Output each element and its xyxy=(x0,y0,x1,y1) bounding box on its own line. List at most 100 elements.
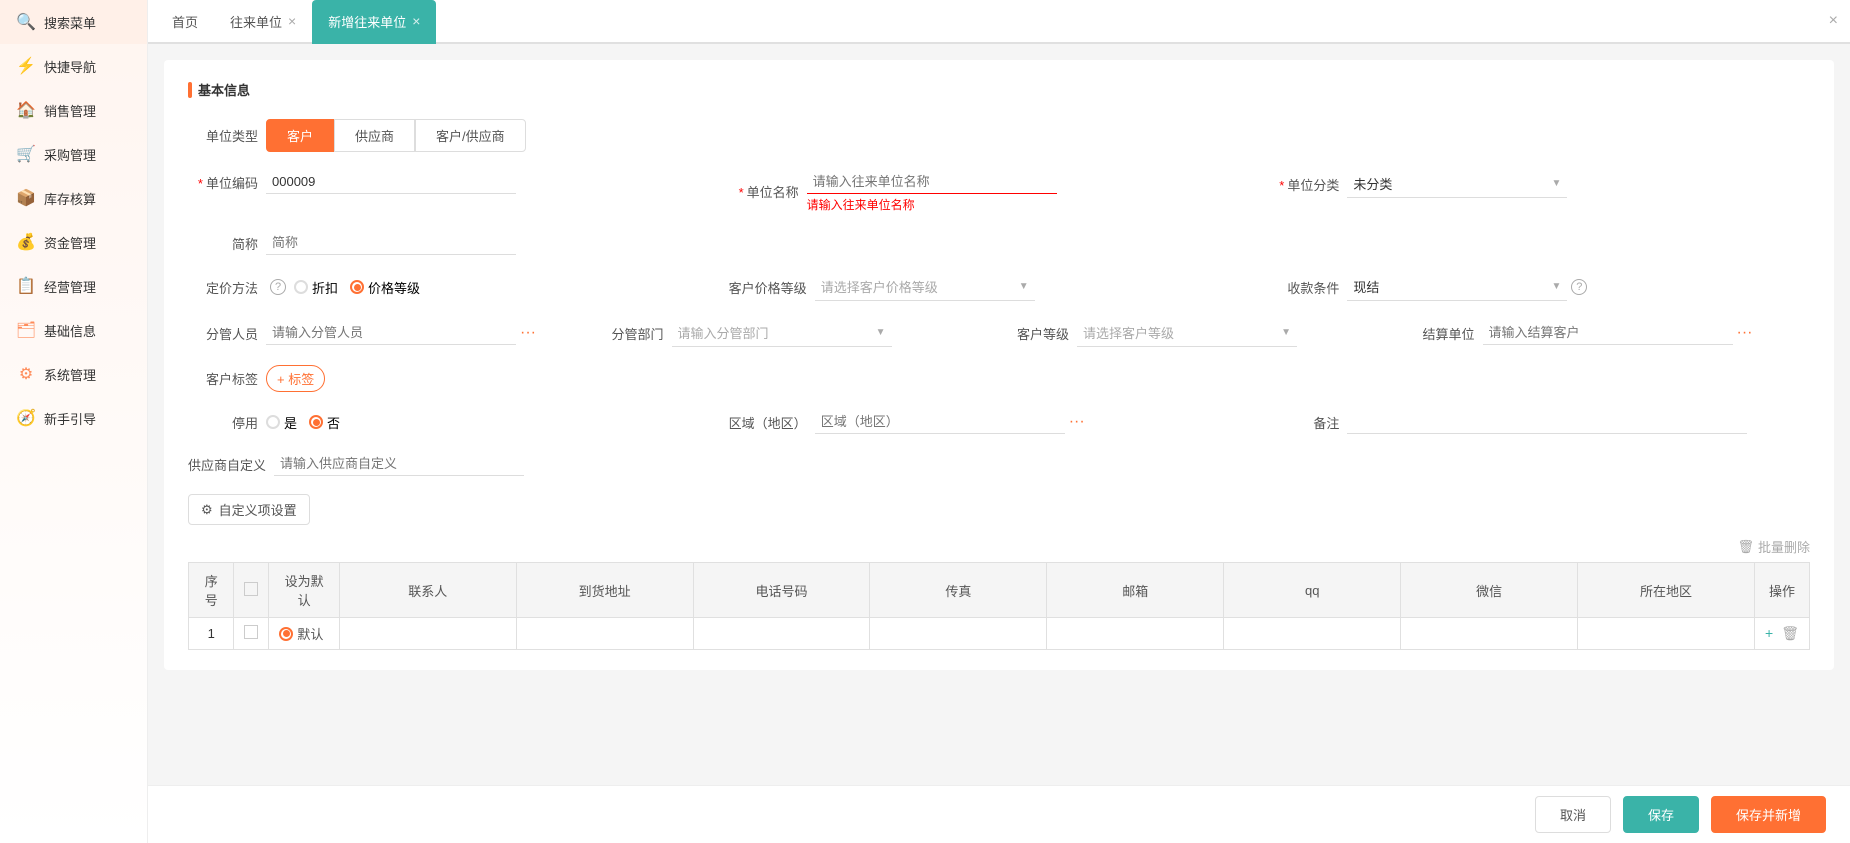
delete-row-icon[interactable]: 🗑 xyxy=(1781,625,1799,642)
select-all-checkbox[interactable] xyxy=(244,582,258,596)
settlement-label: 结算单位 xyxy=(1405,324,1475,343)
unit-name-input[interactable] xyxy=(807,170,1057,194)
supplier-custom-row: 供应商自定义 xyxy=(188,452,1810,476)
phone-input[interactable] xyxy=(704,626,860,641)
supplier-custom-input[interactable] xyxy=(274,452,524,476)
save-button[interactable]: 保存 xyxy=(1623,796,1699,833)
qq-input[interactable] xyxy=(1234,626,1390,641)
sidebar-item-search[interactable]: 🔍 搜索菜单 xyxy=(0,0,147,44)
unit-category-select[interactable]: 未分类 ▼ xyxy=(1347,170,1567,198)
sidebar-item-sales[interactable]: 🏠 销售管理 xyxy=(0,88,147,132)
custom-settings-btn[interactable]: ⚙ 自定义项设置 xyxy=(188,494,310,525)
sidebar-item-operations[interactable]: 📋 经营管理 xyxy=(0,264,147,308)
settlement-input[interactable] xyxy=(1483,321,1733,345)
row-checkbox-item[interactable] xyxy=(244,625,258,639)
abbreviation-input[interactable] xyxy=(266,231,516,255)
cancel-button[interactable]: 取消 xyxy=(1535,796,1611,833)
disabled-label: 停用 xyxy=(188,413,258,432)
tab-new-partner-close[interactable]: × xyxy=(412,14,420,28)
row-checkbox[interactable] xyxy=(234,618,269,650)
abbreviation-label: 简称 xyxy=(188,234,258,253)
disabled-yes-label: 是 xyxy=(284,413,297,432)
remarks-label: 备注 xyxy=(1269,413,1339,432)
remarks-field: 备注 xyxy=(1269,410,1810,434)
row-wechat[interactable] xyxy=(1401,618,1578,650)
sidebar-item-basic-info[interactable]: 🗂 基础信息 xyxy=(0,308,147,352)
settlement-more-btn[interactable]: ··· xyxy=(1737,324,1753,342)
row-email[interactable] xyxy=(1047,618,1224,650)
pricing-help-icon[interactable]: ? xyxy=(270,279,286,295)
fax-input[interactable] xyxy=(880,626,1036,641)
col-index: 序号 xyxy=(189,563,234,618)
unit-type-group: 客户 供应商 客户/供应商 xyxy=(266,119,526,152)
window-close-icon[interactable]: × xyxy=(1829,12,1838,30)
wechat-input[interactable] xyxy=(1411,626,1567,641)
tab-home[interactable]: 首页 xyxy=(156,0,214,44)
unit-type-btn-both[interactable]: 客户/供应商 xyxy=(415,119,526,152)
sidebar-item-purchase[interactable]: 🛒 采购管理 xyxy=(0,132,147,176)
customer-price-level-select[interactable]: 请选择客户价格等级 ▼ xyxy=(815,273,1035,301)
batch-delete-label[interactable]: 批量删除 xyxy=(1758,537,1810,556)
manager-more-btn[interactable]: ··· xyxy=(520,324,536,342)
default-radio[interactable]: 默认 xyxy=(279,624,328,643)
tab-new-partner[interactable]: 新增往来单位 × xyxy=(312,0,436,44)
pricing-row: 定价方法 ? 折扣 价格等级 客户价格等级 xyxy=(188,273,1810,301)
tab-partners[interactable]: 往来单位 × xyxy=(214,0,312,44)
sidebar-label-operations: 经营管理 xyxy=(44,277,96,296)
address-input[interactable] xyxy=(527,626,683,641)
region-more-btn[interactable]: ··· xyxy=(1069,413,1085,431)
sidebar-item-system[interactable]: ⚙ 系统管理 xyxy=(0,352,147,396)
email-input[interactable] xyxy=(1057,626,1213,641)
department-placeholder: 请输入分管部门 xyxy=(678,323,872,342)
unit-code-input[interactable] xyxy=(266,170,516,194)
pricing-radio-discount[interactable]: 折扣 xyxy=(294,278,338,297)
customer-level-placeholder: 请选择客户等级 xyxy=(1083,323,1277,342)
unit-type-row: 单位类型 客户 供应商 客户/供应商 xyxy=(188,119,1810,152)
region-input[interactable] xyxy=(815,410,1065,434)
section-title-text: 基本信息 xyxy=(198,80,250,99)
payment-terms-select[interactable]: 现结 ▼ xyxy=(1347,273,1567,301)
sidebar-item-finance[interactable]: 💰 资金管理 xyxy=(0,220,147,264)
row-contact[interactable] xyxy=(339,618,516,650)
abbreviation-field: 简称 xyxy=(188,231,1810,255)
customer-level-select[interactable]: 请选择客户等级 ▼ xyxy=(1077,319,1297,347)
settlement-field: 结算单位 ··· xyxy=(1405,321,1811,345)
manager-input[interactable] xyxy=(266,321,516,345)
tab-partners-close[interactable]: × xyxy=(288,14,296,28)
sidebar: 🔍 搜索菜单 ⚡ 快捷导航 🏠 销售管理 🛒 采购管理 📦 库存核算 💰 资金管… xyxy=(0,0,148,843)
pricing-radio-level[interactable]: 价格等级 xyxy=(350,278,420,297)
unit-name-field: 单位名称 请输入往来单位名称 xyxy=(729,170,1270,213)
add-tag-btn[interactable]: + 标签 xyxy=(266,365,325,392)
add-row-icon[interactable]: + xyxy=(1765,625,1773,642)
region-field: 区域（地区） ··· xyxy=(729,410,1270,434)
remarks-input[interactable] xyxy=(1347,410,1747,434)
department-select[interactable]: 请输入分管部门 ▼ xyxy=(672,319,892,347)
sidebar-item-inventory[interactable]: 📦 库存核算 xyxy=(0,176,147,220)
sidebar-item-quick-nav[interactable]: ⚡ 快捷导航 xyxy=(0,44,147,88)
unit-type-btn-supplier[interactable]: 供应商 xyxy=(334,119,415,152)
row-address[interactable] xyxy=(516,618,693,650)
tab-new-partner-label: 新增往来单位 xyxy=(328,12,406,31)
settings-icon: ⚙ xyxy=(201,502,213,518)
region-table-input[interactable] xyxy=(1588,626,1744,641)
payment-help-icon[interactable]: ? xyxy=(1571,279,1587,295)
row-phone[interactable] xyxy=(693,618,870,650)
save-and-add-button[interactable]: 保存并新增 xyxy=(1711,796,1826,833)
section-title-icon xyxy=(188,82,192,98)
disabled-radio-yes[interactable]: 是 xyxy=(266,413,297,432)
default-radio-label: 默认 xyxy=(297,624,323,643)
sidebar-label-quick-nav: 快捷导航 xyxy=(44,57,96,76)
content-area: 基本信息 单位类型 客户 供应商 客户/供应商 单位编码 xyxy=(148,44,1850,785)
pricing-radio-discount-label: 折扣 xyxy=(312,278,338,297)
row-region[interactable] xyxy=(1578,618,1755,650)
sidebar-label-system: 系统管理 xyxy=(44,365,96,384)
sidebar-item-guide[interactable]: 🧭 新手引导 xyxy=(0,396,147,440)
contact-input[interactable] xyxy=(350,626,506,641)
sidebar-label-sales: 销售管理 xyxy=(44,101,96,120)
disabled-radio-no[interactable]: 否 xyxy=(309,413,340,432)
unit-type-btn-customer[interactable]: 客户 xyxy=(266,119,334,152)
row-qq[interactable] xyxy=(1224,618,1401,650)
region-label: 区域（地区） xyxy=(729,413,807,432)
row-fax[interactable] xyxy=(870,618,1047,650)
system-icon: ⚙ xyxy=(16,364,36,384)
